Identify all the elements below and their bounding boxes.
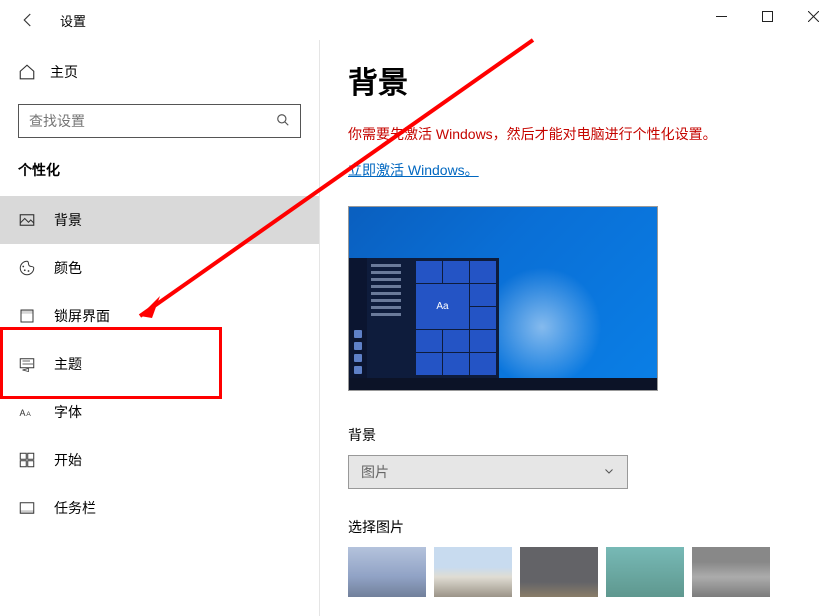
- home-button[interactable]: 主页: [0, 54, 319, 90]
- svg-text:A: A: [26, 411, 31, 418]
- preview-taskbar: [349, 378, 657, 390]
- window-title: 设置: [60, 11, 86, 30]
- close-icon: [808, 11, 819, 22]
- picture-thumb[interactable]: [520, 547, 598, 597]
- taskbar-icon: [18, 499, 36, 517]
- home-label: 主页: [50, 62, 78, 82]
- home-icon: [18, 63, 36, 81]
- preview-start-panel: Aa: [349, 258, 499, 378]
- sidebar-item-background[interactable]: 背景: [0, 196, 319, 244]
- chevron-down-icon: [603, 464, 615, 480]
- minimize-button[interactable]: [698, 0, 744, 32]
- svg-text:A: A: [20, 408, 26, 418]
- activation-warning: 你需要先激活 Windows，然后才能对电脑进行个性化设置。: [348, 124, 808, 144]
- theme-icon: [18, 355, 36, 373]
- sidebar-item-label: 主题: [54, 354, 82, 374]
- background-type-dropdown[interactable]: 图片: [348, 455, 628, 489]
- sidebar-item-label: 任务栏: [54, 498, 96, 518]
- sidebar-item-label: 开始: [54, 450, 82, 470]
- sidebar-item-lockscreen[interactable]: 锁屏界面: [0, 292, 319, 340]
- dropdown-value: 图片: [361, 462, 389, 482]
- window-buttons: [698, 0, 836, 32]
- close-button[interactable]: [790, 0, 836, 32]
- sidebar-item-colors[interactable]: 颜色: [0, 244, 319, 292]
- font-icon: AA: [18, 403, 36, 421]
- picture-thumb[interactable]: [606, 547, 684, 597]
- palette-icon: [18, 259, 36, 277]
- picture-thumb[interactable]: [348, 547, 426, 597]
- maximize-icon: [762, 11, 773, 22]
- search-icon: [276, 113, 290, 130]
- search-input[interactable]: [29, 113, 276, 129]
- sidebar: 主页 个性化 背景 颜色 锁屏界面 主题 AA 字体: [0, 40, 320, 616]
- sidebar-item-label: 字体: [54, 402, 82, 422]
- main-panel: 背景 你需要先激活 Windows，然后才能对电脑进行个性化设置。 立即激活 W…: [320, 40, 836, 616]
- sidebar-item-themes[interactable]: 主题: [0, 340, 319, 388]
- start-icon: [18, 451, 36, 469]
- back-button[interactable]: [16, 8, 40, 32]
- choose-picture-label: 选择图片: [348, 517, 808, 537]
- sidebar-item-taskbar[interactable]: 任务栏: [0, 484, 319, 532]
- sidebar-item-fonts[interactable]: AA 字体: [0, 388, 319, 436]
- page-heading: 背景: [348, 58, 808, 102]
- picture-thumb[interactable]: [692, 547, 770, 597]
- sidebar-item-start[interactable]: 开始: [0, 436, 319, 484]
- maximize-button[interactable]: [744, 0, 790, 32]
- lock-screen-icon: [18, 307, 36, 325]
- preview-sample-tile: Aa: [416, 284, 469, 329]
- sidebar-category: 个性化: [0, 152, 319, 196]
- title-bar: 设置: [0, 0, 836, 40]
- search-box[interactable]: [18, 104, 301, 138]
- sidebar-item-label: 锁屏界面: [54, 306, 110, 326]
- desktop-preview: Aa: [348, 206, 658, 391]
- picture-thumb[interactable]: [434, 547, 512, 597]
- background-label: 背景: [348, 425, 808, 445]
- sidebar-item-label: 颜色: [54, 258, 82, 278]
- picture-icon: [18, 211, 36, 229]
- activate-windows-link[interactable]: 立即激活 Windows。: [348, 160, 479, 180]
- picture-thumbnails: [348, 547, 808, 597]
- back-arrow-icon: [19, 11, 37, 29]
- sidebar-item-label: 背景: [54, 210, 82, 230]
- minimize-icon: [716, 11, 727, 22]
